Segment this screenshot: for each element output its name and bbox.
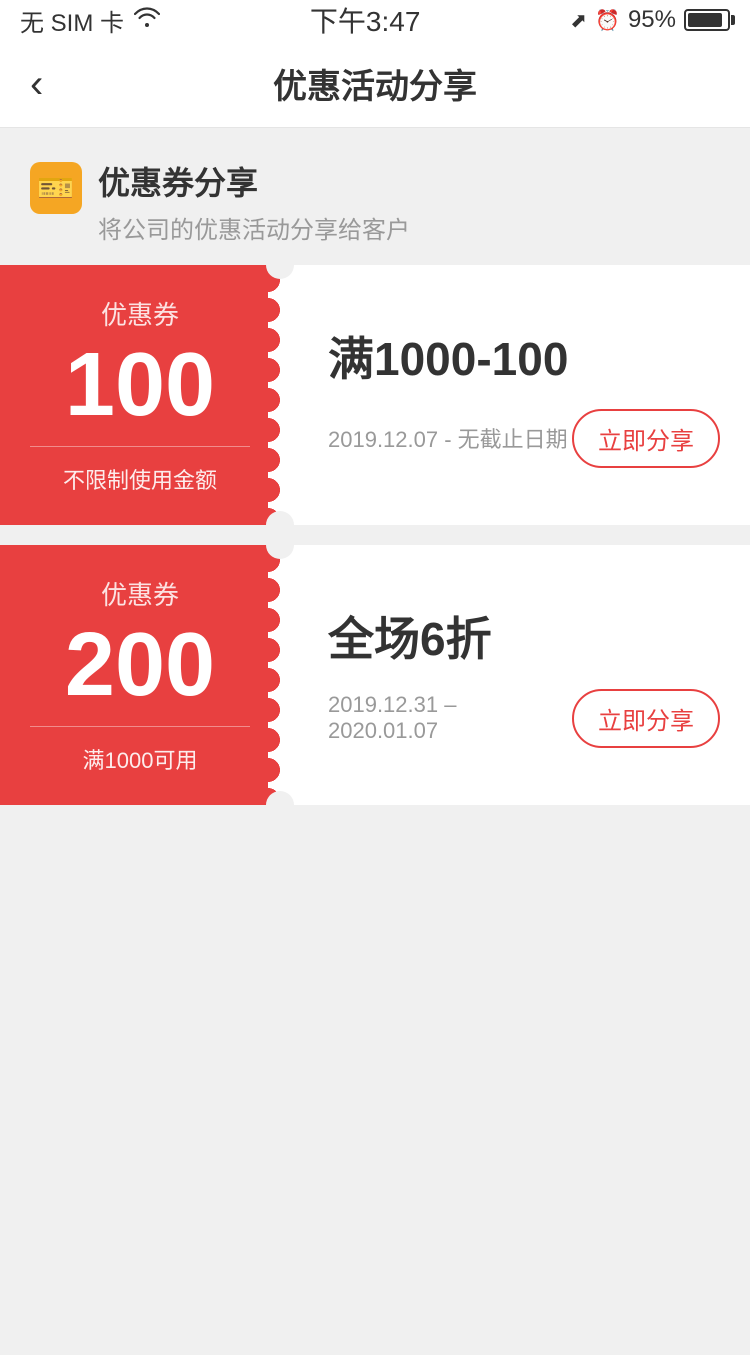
section-icon: 🎫 <box>30 162 82 214</box>
location-icon: ⬈ <box>570 8 587 33</box>
status-bar: 无 SIM 卡 下午3:47 ⬈ ⏰ 95% <box>0 0 750 40</box>
alarm-icon: ⏰ <box>595 8 620 33</box>
coupon-card-1: 优惠券 100 不限制使用金额 满1000-100 2019.12.07 - 无… <box>0 265 750 525</box>
coupon-list: 优惠券 100 不限制使用金额 满1000-100 2019.12.07 - 无… <box>0 265 750 855</box>
coupon-condition-1: 不限制使用金额 <box>63 463 217 495</box>
coupon-card-2: 优惠券 200 满1000可用 全场6折 2019.12.31 – 2020.0… <box>0 545 750 805</box>
battery-icon <box>684 9 730 31</box>
coupon-right-2: 全场6折 2019.12.31 – 2020.01.07 立即分享 <box>280 545 750 805</box>
empty-area <box>0 855 750 1355</box>
coupon-share-button-1[interactable]: 立即分享 <box>572 409 720 468</box>
section-header: 🎫 优惠券分享 将公司的优惠活动分享给客户 <box>0 128 750 265</box>
coupon-notch-top-2 <box>266 531 294 559</box>
battery-fill <box>688 13 722 27</box>
coupon-meta-1: 2019.12.07 - 无截止日期 立即分享 <box>328 409 720 468</box>
coupon-divider-1 <box>30 446 250 447</box>
battery-percent: 95% <box>628 6 676 34</box>
coupon-date-2: 2019.12.31 – 2020.01.07 <box>328 692 572 744</box>
status-left: 无 SIM 卡 <box>20 3 160 38</box>
coupon-notch-bottom-2 <box>266 791 294 819</box>
nav-bar: ‹ 优惠活动分享 <box>0 40 750 128</box>
page-title: 优惠活动分享 <box>273 59 477 108</box>
back-button[interactable]: ‹ <box>30 64 43 104</box>
coupon-meta-2: 2019.12.31 – 2020.01.07 立即分享 <box>328 689 720 748</box>
coupon-label-2: 优惠券 <box>101 575 179 612</box>
section-text-block: 优惠券分享 将公司的优惠活动分享给客户 <box>98 158 410 245</box>
coupon-name-2: 全场6折 <box>328 603 720 669</box>
coupon-left-2: 优惠券 200 满1000可用 <box>0 545 280 805</box>
coupon-date-1: 2019.12.07 - 无截止日期 <box>328 422 568 454</box>
coupon-share-button-2[interactable]: 立即分享 <box>572 689 720 748</box>
coupon-notch-top-1 <box>266 251 294 279</box>
coupon-icon: 🎫 <box>37 171 74 206</box>
coupon-value-1: 100 <box>65 340 215 430</box>
coupon-name-1: 满1000-100 <box>328 323 720 389</box>
wifi-icon <box>134 6 160 34</box>
status-time: 下午3:47 <box>310 0 421 40</box>
coupon-label-1: 优惠券 <box>101 295 179 332</box>
carrier-text: 无 SIM 卡 <box>20 3 124 38</box>
coupon-right-1: 满1000-100 2019.12.07 - 无截止日期 立即分享 <box>280 265 750 525</box>
coupon-value-2: 200 <box>65 620 215 710</box>
coupon-left-1: 优惠券 100 不限制使用金额 <box>0 265 280 525</box>
section-title: 优惠券分享 <box>98 158 410 204</box>
coupon-condition-2: 满1000可用 <box>83 743 198 775</box>
back-arrow-icon: ‹ <box>30 64 43 104</box>
status-right: ⬈ ⏰ 95% <box>570 6 730 34</box>
section-subtitle: 将公司的优惠活动分享给客户 <box>98 210 410 245</box>
coupon-divider-2 <box>30 726 250 727</box>
